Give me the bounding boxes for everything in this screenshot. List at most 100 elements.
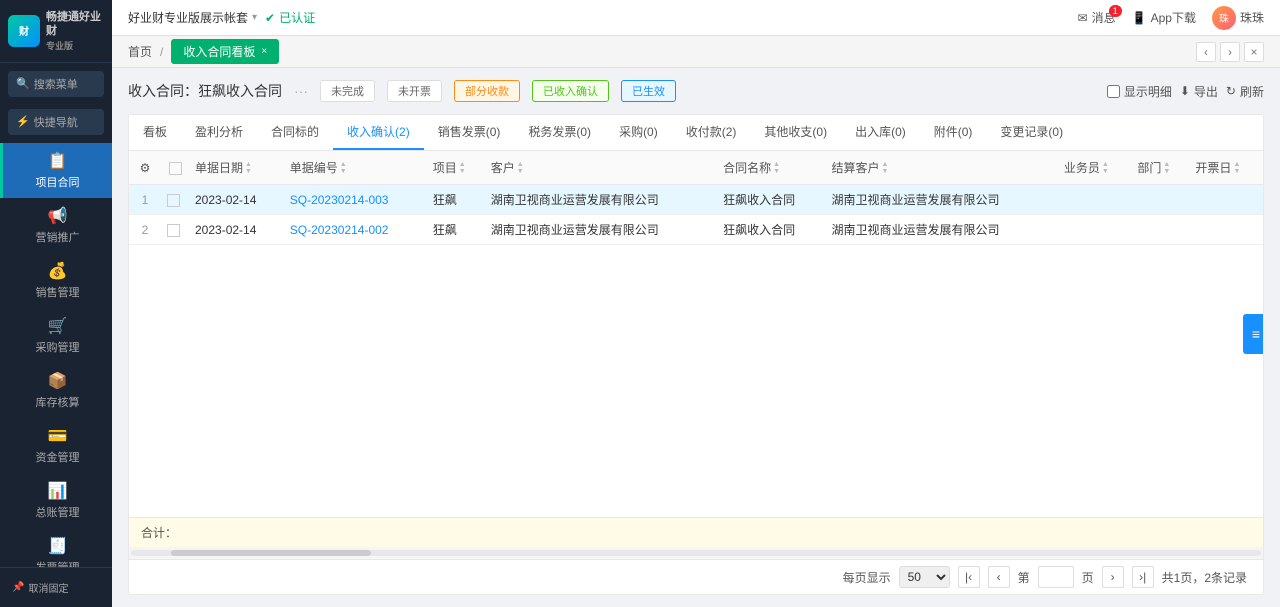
tab-close-button[interactable]: ×	[1244, 42, 1264, 62]
message-icon: ✉	[1078, 11, 1088, 25]
show-detail-checkbox-label[interactable]: 显示明细	[1107, 83, 1172, 100]
settings-icon[interactable]: ⚙	[140, 161, 151, 175]
sort-project[interactable]: 项目 ▲▼	[433, 159, 466, 176]
sidebar-item-sales[interactable]: 💰 销售管理	[0, 253, 112, 308]
search-menu-label: 搜索菜单	[34, 76, 78, 92]
tab-income-contract[interactable]: 收入合同看板 ×	[171, 39, 279, 64]
status-btn-effective[interactable]: 已生效	[621, 80, 676, 102]
scrollbar-track	[131, 550, 1261, 556]
tab-income-confirm[interactable]: 收入确认(2)	[333, 115, 424, 150]
user-menu[interactable]: 珠 珠珠	[1212, 6, 1264, 30]
tab-subject[interactable]: 合同标的	[257, 115, 333, 150]
sidebar-item-marketing[interactable]: 📢 营销推广	[0, 198, 112, 253]
tab-profit[interactable]: 盈利分析	[181, 115, 257, 150]
row-num: 1	[129, 185, 161, 215]
user-name: 珠珠	[1240, 9, 1264, 26]
table-footer: 合计：	[129, 517, 1263, 547]
pagination-page-input[interactable]: 1	[1038, 566, 1074, 588]
general-icon: 📊	[48, 481, 68, 501]
tab-purchase[interactable]: 采购(0)	[605, 115, 672, 150]
sidebar-item-capital[interactable]: 💳 资金管理	[0, 418, 112, 473]
contract-title-name: 狂飙收入合同	[198, 83, 282, 99]
sort-department[interactable]: 部门 ▲▼	[1137, 159, 1170, 176]
capital-icon: 💳	[48, 426, 68, 446]
per-page-select[interactable]: 20 50 100	[899, 566, 950, 588]
row-salesman	[1058, 215, 1132, 245]
marketing-icon: 📢	[48, 206, 68, 226]
tab-sales-invoice[interactable]: 销售发票(0)	[424, 115, 515, 150]
tab-payment[interactable]: 收付款(2)	[672, 115, 751, 150]
contract-more-button[interactable]: ···	[294, 83, 308, 99]
sidebar-item-inventory[interactable]: 📦 库存核算	[0, 363, 112, 418]
horizontal-scrollbar[interactable]	[129, 547, 1263, 559]
sidebar-item-label: 资金管理	[36, 449, 80, 465]
sort-contract[interactable]: 合同名称 ▲▼	[723, 159, 780, 176]
tab-close-icon[interactable]: ×	[261, 46, 267, 57]
app-download-button[interactable]: 📱 App下载	[1132, 9, 1196, 26]
table-row[interactable]: 1 2023-02-14 SQ-20230214-003 狂飙 湖南卫视商业运营…	[129, 185, 1263, 215]
status-btn-partial-payment[interactable]: 部分收款	[454, 80, 520, 102]
message-button[interactable]: ✉ 1 消息	[1078, 9, 1116, 26]
status-btn-confirmed[interactable]: 已收入确认	[532, 80, 609, 102]
certified-text: 已认证	[279, 9, 315, 26]
tab-prev-button[interactable]: ‹	[1196, 42, 1216, 62]
row-customer: 湖南卫视商业运营发展有限公司	[485, 185, 717, 215]
sort-settle-customer[interactable]: 结算客户 ▲▼	[832, 159, 889, 176]
main-area: 好业财专业版展示帐套 ▾ ✔ 已认证 ✉ 1 消息 📱 App下载 珠 珠珠	[112, 0, 1280, 607]
tab-attachment[interactable]: 附件(0)	[920, 115, 987, 150]
sidebar-item-general[interactable]: 📊 总账管理	[0, 473, 112, 528]
pagination-first-button[interactable]: |‹	[958, 566, 980, 588]
pagination-page-suffix: 页	[1082, 569, 1094, 586]
pagination-last-button[interactable]: ›|	[1132, 566, 1154, 588]
contract-title: 收入合同：狂飙收入合同	[128, 81, 282, 101]
col-project: 项目 ▲▼	[427, 151, 485, 185]
cancel-fixed-button[interactable]: 📌 取消固定	[8, 576, 104, 599]
sort-date[interactable]: 单据日期 ▲▼	[195, 159, 252, 176]
sidebar-item-purchase[interactable]: 🛒 采购管理	[0, 308, 112, 363]
tab-change-log[interactable]: 变更记录(0)	[986, 115, 1077, 150]
contract-actions: 显示明细 ⬇ 导出 ↻ 刷新	[1107, 83, 1264, 100]
sort-customer[interactable]: 客户 ▲▼	[491, 159, 524, 176]
col-settle-customer: 结算客户 ▲▼	[826, 151, 1058, 185]
export-label: 导出	[1194, 83, 1218, 100]
float-expand-button[interactable]: ≡	[1243, 314, 1263, 354]
topbar: 好业财专业版展示帐套 ▾ ✔ 已认证 ✉ 1 消息 📱 App下载 珠 珠珠	[112, 0, 1280, 36]
col-date: 单据日期 ▲▼	[189, 151, 284, 185]
row-number-link[interactable]: SQ-20230214-002	[290, 223, 389, 237]
sidebar-item-project[interactable]: 📋 项目合同	[0, 143, 112, 198]
status-btn-incomplete[interactable]: 未完成	[320, 80, 375, 102]
sort-number[interactable]: 单据编号 ▲▼	[290, 159, 347, 176]
sidebar-item-invoice[interactable]: 🧾 发票管理	[0, 528, 112, 567]
float-expand-icon: ≡	[1252, 326, 1260, 342]
pagination-prev-button[interactable]: ‹	[988, 566, 1010, 588]
quick-nav-button[interactable]: ⚡ 快捷导航	[8, 109, 104, 135]
row-contract: 狂飙收入合同	[717, 215, 825, 245]
scrollbar-thumb[interactable]	[171, 550, 371, 556]
pagination-next-button[interactable]: ›	[1102, 566, 1124, 588]
sidebar-item-label: 库存核算	[36, 394, 80, 410]
status-btn-uninvoiced[interactable]: 未开票	[387, 80, 442, 102]
export-button[interactable]: ⬇ 导出	[1180, 83, 1218, 100]
row-check[interactable]	[161, 215, 189, 245]
tab-warehouse[interactable]: 出入库(0)	[841, 115, 920, 150]
table-row[interactable]: 2 2023-02-14 SQ-20230214-002 狂飙 湖南卫视商业运营…	[129, 215, 1263, 245]
tab-home[interactable]: 首页	[128, 37, 152, 66]
sort-open-date[interactable]: 开票日 ▲▼	[1195, 159, 1240, 176]
sidebar-item-label: 采购管理	[36, 339, 80, 355]
header-checkbox[interactable]	[169, 162, 182, 175]
company-selector[interactable]: 好业财专业版展示帐套 ▾	[128, 9, 257, 26]
tab-other[interactable]: 其他收支(0)	[750, 115, 841, 150]
app-download-icon: 📱	[1132, 11, 1147, 25]
search-menu-button[interactable]: 🔍 搜索菜单	[8, 71, 104, 97]
row-open-date	[1189, 215, 1263, 245]
row-open-date	[1189, 185, 1263, 215]
tab-tax-invoice[interactable]: 税务发票(0)	[514, 115, 605, 150]
row-number-link[interactable]: SQ-20230214-003	[290, 193, 389, 207]
tab-next-button[interactable]: ›	[1220, 42, 1240, 62]
show-detail-checkbox[interactable]	[1107, 85, 1120, 98]
tab-kanban[interactable]: 看板	[129, 115, 181, 150]
tab-nav: ‹ › ×	[1196, 42, 1264, 62]
row-check[interactable]	[161, 185, 189, 215]
refresh-button[interactable]: ↻ 刷新	[1226, 83, 1264, 100]
sort-salesman[interactable]: 业务员 ▲▼	[1064, 159, 1109, 176]
